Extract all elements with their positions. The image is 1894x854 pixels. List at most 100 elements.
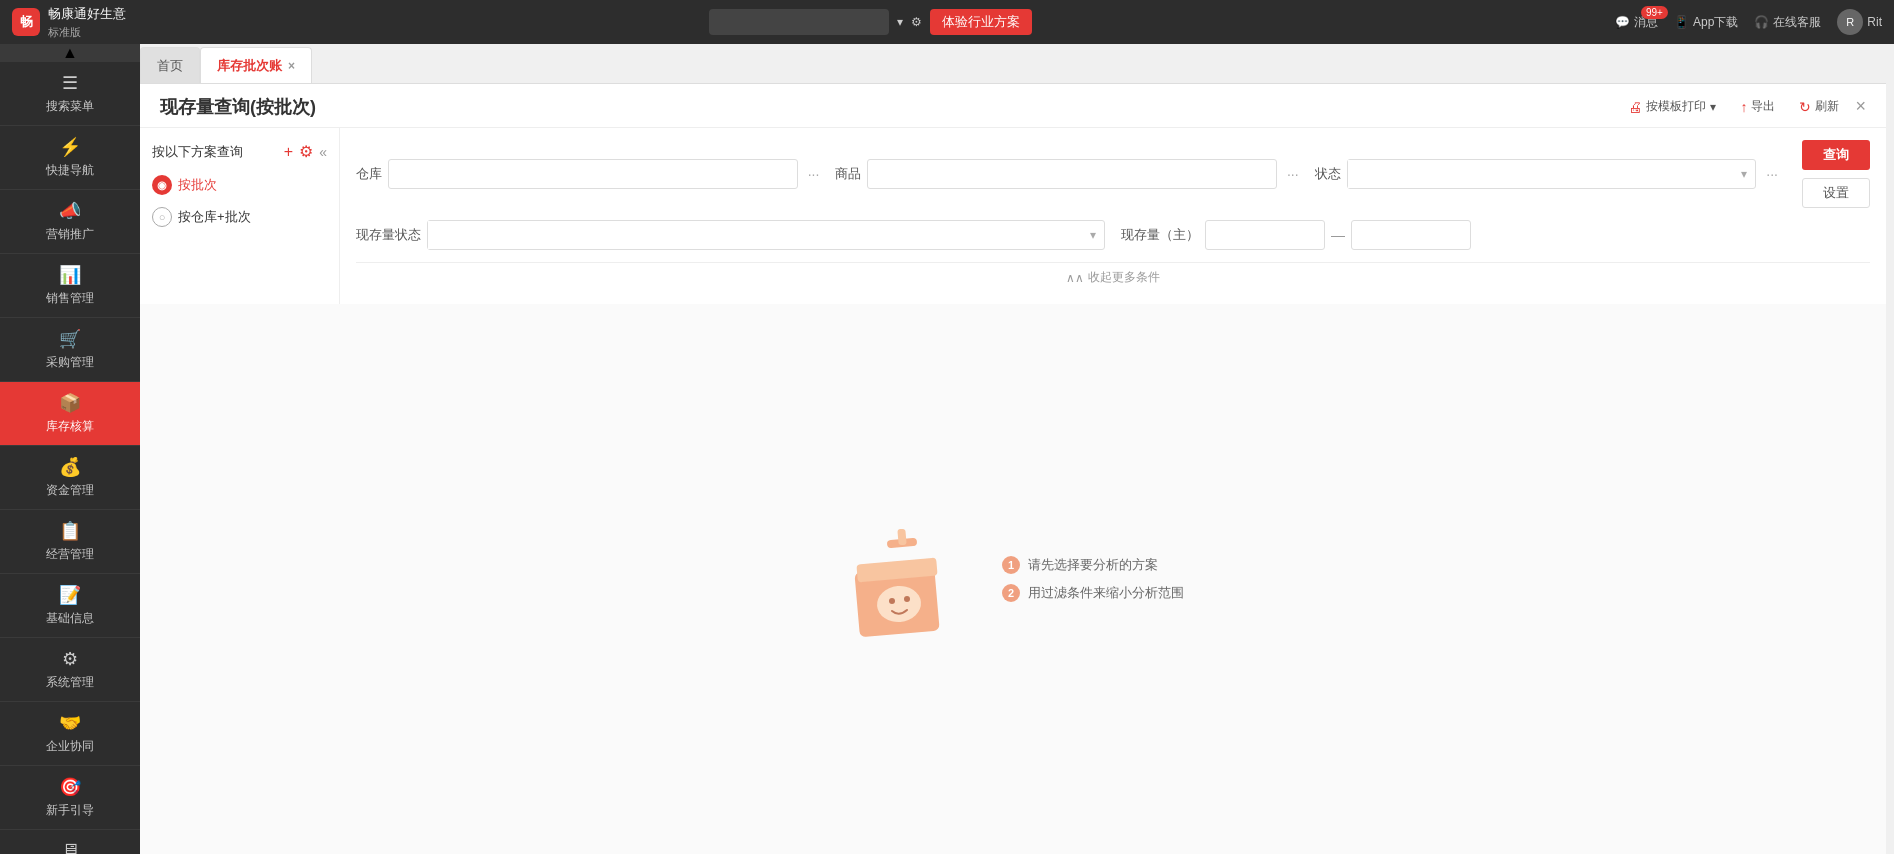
sidebar-label-finance: 资金管理 [46,482,94,499]
sidebar-item-quick-nav[interactable]: ⚡ 快捷导航 [0,126,140,190]
sidebar-label-sales: 销售管理 [46,290,94,307]
tab-inventory-batch-label: 库存批次账 [217,57,282,75]
app-download-btn[interactable]: 📱 App下载 [1674,14,1738,31]
print-btn[interactable]: 🖨 按模板打印 ▾ [1620,94,1724,119]
add-solution-btn[interactable]: + [284,142,293,161]
search-input[interactable] [709,9,889,35]
svg-point-3 [889,598,895,604]
basic-info-icon: 📝 [59,584,81,606]
close-page-btn[interactable]: × [1855,96,1866,117]
sidebar-label-guide: 新手引导 [46,802,94,819]
avatar: R [1837,9,1863,35]
page-content: 现存量查询(按批次) 🖨 按模板打印 ▾ ↑ 导出 ↻ 刷新 [140,84,1886,854]
print-dropdown-arrow[interactable]: ▾ [1710,100,1716,114]
sidebar-label-operations: 经营管理 [46,546,94,563]
inventory-status-input[interactable] [428,221,1082,249]
sidebar-item-finance[interactable]: 💰 资金管理 [0,446,140,510]
quantity-from-input[interactable] [1205,220,1325,250]
sidebar-item-sales[interactable]: 📊 销售管理 [0,254,140,318]
filter-field-warehouse: 仓库 ··· [356,159,819,189]
quantity-label: 现存量（主） [1121,226,1199,244]
svg-point-4 [904,596,910,602]
sidebar-label-quick-nav: 快捷导航 [46,162,94,179]
sidebar-item-marketing[interactable]: 📣 营销推广 [0,190,140,254]
sol-label-by-warehouse-batch: 按仓库+批次 [178,208,251,226]
tip-1-number: 1 [1002,556,1020,574]
filter-field-quantity: 现存量（主） — [1121,220,1870,250]
warehouse-more-btn[interactable]: ··· [808,166,820,182]
collapse-bar[interactable]: ∧∧ 收起更多条件 [356,262,1870,292]
warehouse-input[interactable] [388,159,798,189]
status-input[interactable] [1348,160,1734,188]
user-area[interactable]: R Rit [1837,9,1882,35]
marketing-icon: 📣 [59,200,81,222]
finance-icon: 💰 [59,456,81,478]
empty-tips: 1 请先选择要分析的方案 2 用过滤条件来缩小分析范围 [1002,556,1184,602]
sidebar: ▲ ☰ 搜索菜单 ⚡ 快捷导航 📣 营销推广 📊 销售管理 🛒 采购管理 📦 库… [0,44,140,854]
solution-item-by-warehouse-batch[interactable]: ○ 按仓库+批次 [140,201,339,233]
sidebar-item-search-menu[interactable]: ☰ 搜索菜单 [0,62,140,126]
sidebar-item-app-center[interactable]: 🖥 应用中心 [0,830,140,854]
right-scrollbar[interactable] [1886,44,1894,854]
sidebar-item-purchase[interactable]: 🛒 采购管理 [0,318,140,382]
tip-2-number: 2 [1002,584,1020,602]
messages-btn[interactable]: 💬 消息 99+ [1615,14,1658,31]
export-btn[interactable]: ↑ 导出 [1732,94,1783,119]
collapse-solution-btn[interactable]: « [319,142,327,161]
enterprise-icon: 🤝 [59,712,81,734]
sidebar-item-operations[interactable]: 📋 经营管理 [0,510,140,574]
dropdown-btn[interactable]: ▾ [897,15,903,29]
svg-rect-6 [897,529,906,546]
chevron-up-icon: ∧∧ [1066,271,1084,285]
sidebar-label-search-menu: 搜索菜单 [46,98,94,115]
page-title: 现存量查询(按批次) [160,95,316,119]
tip-1-text: 请先选择要分析的方案 [1028,556,1158,574]
industry-btn[interactable]: 体验行业方案 [930,9,1032,35]
collapse-text: 收起更多条件 [1088,269,1160,286]
sidebar-item-guide[interactable]: 🎯 新手引导 [0,766,140,830]
solution-item-by-batch[interactable]: ◉ 按批次 [140,169,339,201]
print-label: 按模板打印 [1646,98,1706,115]
query-btn[interactable]: 查询 [1802,140,1870,170]
filter-panel: 仓库 ··· 商品 ··· 状态 [340,128,1886,304]
solution-panel-title: 按以下方案查询 [152,143,243,161]
tab-home[interactable]: 首页 [140,47,200,83]
refresh-label: 刷新 [1815,98,1839,115]
product-input[interactable] [867,159,1277,189]
topbar-right: 💬 消息 99+ 📱 App下载 🎧 在线客服 R Rit [1615,9,1882,35]
quantity-to-input[interactable] [1351,220,1471,250]
filter-field-inventory-status: 现存量状态 ▾ [356,220,1105,250]
solution-panel-header: 按以下方案查询 + ⚙ « [140,138,339,169]
settings-icon-btn[interactable]: ⚙ [911,15,922,29]
purchase-icon: 🛒 [59,328,81,350]
sidebar-item-inventory[interactable]: 📦 库存核算 [0,382,140,446]
tab-inventory-batch[interactable]: 库存批次账 × [200,47,312,83]
settings-solution-btn[interactable]: ⚙ [299,142,313,161]
tip-item-1: 1 请先选择要分析的方案 [1002,556,1184,574]
refresh-icon: ↻ [1799,99,1811,115]
product-more-btn[interactable]: ··· [1287,166,1299,182]
sidebar-item-basic-info[interactable]: 📝 基础信息 [0,574,140,638]
inventory-status-select-wrapper: ▾ [427,220,1105,250]
inventory-status-dropdown-arrow[interactable]: ▾ [1082,228,1104,242]
empty-svg [842,519,962,649]
messages-badge: 99+ [1641,6,1668,19]
settings-btn[interactable]: 设置 [1802,178,1870,208]
online-service-btn[interactable]: 🎧 在线客服 [1754,14,1821,31]
topbar: 畅 畅康通好生意 标准版 ▾ ⚙ 体验行业方案 💬 消息 99+ 📱 App下载… [0,0,1894,44]
sidebar-item-enterprise[interactable]: 🤝 企业协同 [0,702,140,766]
page-header: 现存量查询(按批次) 🖨 按模板打印 ▾ ↑ 导出 ↻ 刷新 [140,84,1886,128]
empty-state: 1 请先选择要分析的方案 2 用过滤条件来缩小分析范围 [140,304,1886,854]
sidebar-label-inventory: 库存核算 [46,418,94,435]
topbar-left: 畅 畅康通好生意 标准版 [12,5,126,40]
sidebar-scroll-up[interactable]: ▲ [0,44,140,62]
app-version: 标准版 [48,25,126,40]
refresh-btn[interactable]: ↻ 刷新 [1791,94,1847,119]
message-icon: 💬 [1615,15,1630,29]
filter-row-1: 仓库 ··· 商品 ··· 状态 [356,140,1870,208]
sidebar-item-system[interactable]: ⚙ 系统管理 [0,638,140,702]
status-dropdown-arrow[interactable]: ▾ [1733,167,1755,181]
export-label: 导出 [1751,98,1775,115]
tab-close-btn[interactable]: × [288,60,295,72]
status-more-btn[interactable]: ··· [1766,166,1778,182]
